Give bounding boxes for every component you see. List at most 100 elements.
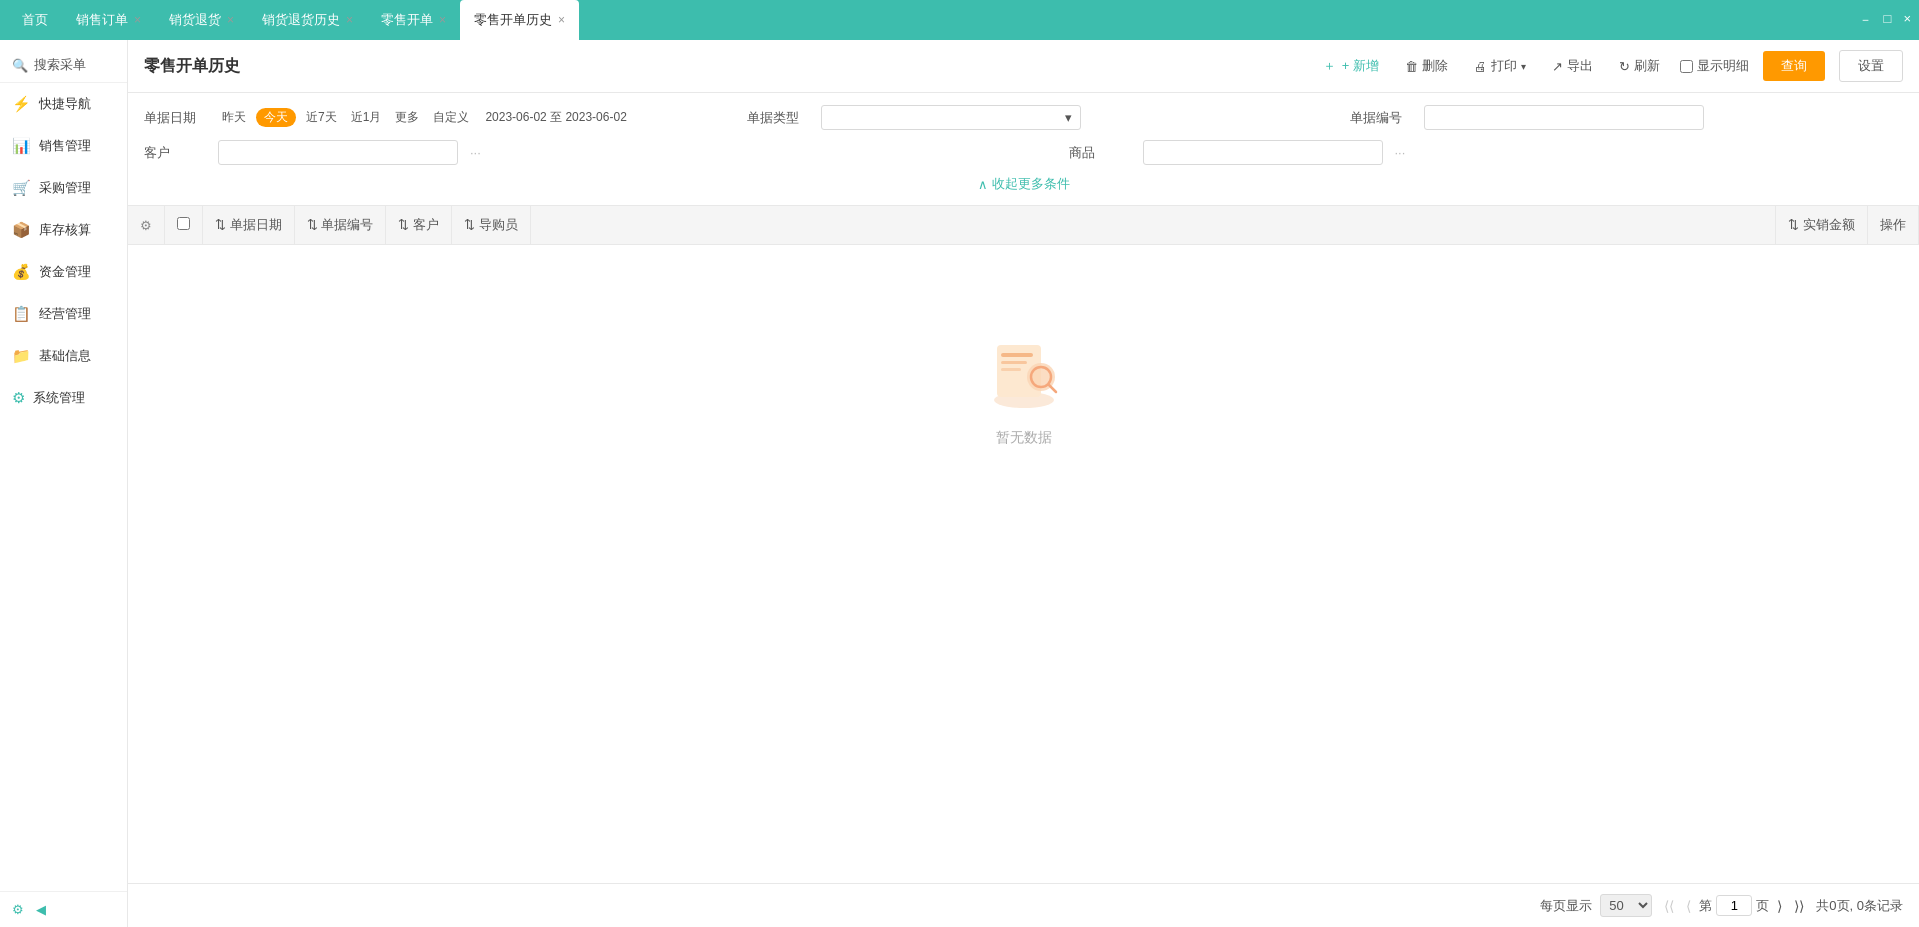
sidebar-item-operations[interactable]: 📋 经营管理 (0, 293, 127, 335)
display-detail-toggle[interactable]: 显示明细 (1680, 57, 1749, 75)
filter-area: 单据日期 昨天 今天 近7天 近1月 更多 自定义 2023-06-02 至 2… (128, 93, 1919, 206)
page-input[interactable] (1716, 895, 1752, 916)
tab-retail-open-history[interactable]: 零售开单历史 × (460, 0, 579, 40)
date-btn-custom[interactable]: 自定义 (429, 108, 473, 127)
delete-icon: 🗑 (1405, 59, 1418, 74)
table-header: ⚙ ⇅ 单据日期 ⇅ 单据编号 (128, 206, 1919, 245)
svg-line-7 (1049, 385, 1056, 392)
select-all-checkbox[interactable] (177, 217, 190, 230)
query-button[interactable]: 查询 (1763, 51, 1825, 81)
sidebar-item-system[interactable]: ⚙ 系统管理 (0, 377, 127, 419)
data-table: ⚙ ⇅ 单据日期 ⇅ 单据编号 (128, 206, 1919, 245)
last-page-btn[interactable]: ⟩⟩ (1790, 896, 1808, 916)
date-col-header: ⇅ 单据日期 (203, 206, 295, 245)
goods-filter-label: 商品 (1069, 144, 1129, 162)
date-btn-more[interactable]: 更多 (391, 108, 423, 127)
sidebar-item-inventory[interactable]: 📦 库存核算 (0, 209, 127, 251)
purchase-mgmt-icon: 🛒 (12, 179, 31, 197)
doc-type-label: 单据类型 (747, 109, 807, 127)
add-icon: ＋ (1323, 57, 1336, 75)
delete-button[interactable]: 🗑 删除 (1399, 53, 1454, 79)
checkbox-col-header (165, 206, 203, 245)
table-area: ⚙ ⇅ 单据日期 ⇅ 单据编号 (128, 206, 1919, 883)
total-info: 共0页, 0条记录 (1816, 897, 1903, 915)
quick-nav-icon: ⚡ (12, 95, 31, 113)
refresh-icon: ↻ (1619, 59, 1630, 74)
date-filter-label: 单据日期 (144, 109, 204, 127)
export-icon: ↗ (1552, 59, 1563, 74)
date-filter-group: 单据日期 昨天 今天 近7天 近1月 更多 自定义 2023-06-02 至 2… (144, 108, 697, 127)
display-detail-checkbox[interactable] (1680, 60, 1693, 73)
close-tab-sales-return[interactable]: × (227, 13, 234, 27)
export-button[interactable]: ↗ 导出 (1546, 53, 1599, 79)
next-page-btn[interactable]: ⟩ (1773, 896, 1786, 916)
page-title: 零售开单历史 (144, 56, 1317, 77)
print-dropdown-icon: ▾ (1521, 61, 1526, 72)
close-tab-sales-order[interactable]: × (134, 13, 141, 27)
per-page-select[interactable]: 50 10 20 100 (1600, 894, 1652, 917)
spacer-col-header (530, 206, 1776, 245)
empty-icon (979, 325, 1069, 415)
page-nav: ⟨⟨ ⟨ 第 页 ⟩ ⟩⟩ (1660, 895, 1808, 916)
add-button[interactable]: ＋ + 新增 (1317, 53, 1385, 79)
close-btn[interactable]: × (1903, 11, 1911, 29)
date-btn-week[interactable]: 近7天 (302, 108, 341, 127)
tab-sales-return-history[interactable]: 销货退货历史 × (248, 0, 367, 40)
window-controls: － □ × (1859, 11, 1911, 29)
tab-sales-return[interactable]: 销货退货 × (155, 0, 248, 40)
goods-filter-group: 商品 ··· (1069, 140, 1904, 165)
goods-input[interactable] (1143, 140, 1383, 165)
close-tab-retail-open[interactable]: × (439, 13, 446, 27)
refresh-button[interactable]: ↻ 刷新 (1613, 53, 1666, 79)
svg-rect-4 (1001, 368, 1021, 371)
print-button[interactable]: 🖨 打印 ▾ (1468, 53, 1532, 79)
actions-col-header: 操作 (1868, 206, 1919, 245)
customer-input[interactable] (218, 140, 458, 165)
first-page-btn[interactable]: ⟨⟨ (1660, 896, 1678, 916)
close-tab-sales-return-history[interactable]: × (346, 13, 353, 27)
toolbar-actions: ＋ + 新增 🗑 删除 🖨 打印 ▾ ↗ 导出 ↻ (1317, 50, 1903, 82)
amount-col-header: ⇅ 实销金额 (1776, 206, 1868, 245)
main-area: 🔍 搜索采单 ⚡ 快捷导航 📊 销售管理 🛒 采购管理 📦 库存核算 💰 资金管… (0, 40, 1919, 927)
date-btn-today[interactable]: 今天 (256, 108, 296, 127)
customer-dots[interactable]: ··· (466, 145, 485, 160)
settings-button[interactable]: 设置 (1839, 50, 1903, 82)
tab-home[interactable]: 首页 (8, 0, 62, 40)
pagination-bar: 每页显示 50 10 20 100 ⟨⟨ ⟨ 第 页 ⟩ ⟩⟩ 共0页, 0条记… (128, 883, 1919, 927)
sidebar-item-quick-nav[interactable]: ⚡ 快捷导航 (0, 83, 127, 125)
tab-sales-order[interactable]: 销售订单 × (62, 0, 155, 40)
prev-page-btn[interactable]: ⟨ (1682, 896, 1695, 916)
sidebar-settings-icon[interactable]: ⚙ (12, 902, 24, 917)
svg-rect-3 (1001, 361, 1027, 364)
collapse-icon: ∧ (978, 177, 988, 192)
page-suffix: 页 (1756, 897, 1769, 915)
collapse-button[interactable]: ∧ 收起更多条件 (144, 175, 1903, 193)
goods-dots[interactable]: ··· (1391, 145, 1410, 160)
number-col-header: ⇅ 单据编号 (294, 206, 386, 245)
per-page-label: 每页显示 (1540, 897, 1592, 915)
top-nav: 首页 销售订单 × 销货退货 × 销货退货历史 × 零售开单 × 零售开单历史 … (0, 0, 1919, 40)
doc-number-input[interactable] (1424, 105, 1704, 130)
doc-type-select[interactable]: ▾ (821, 105, 1081, 130)
content-area: 零售开单历史 ＋ + 新增 🗑 删除 🖨 打印 ▾ ↗ 导出 (128, 40, 1919, 927)
table-gear-icon[interactable]: ⚙ (140, 218, 152, 233)
sidebar-item-purchase-mgmt[interactable]: 🛒 采购管理 (0, 167, 127, 209)
close-tab-retail-open-history[interactable]: × (558, 13, 565, 27)
finance-icon: 💰 (12, 263, 31, 281)
date-btn-yesterday[interactable]: 昨天 (218, 108, 250, 127)
customer-col-header: ⇅ 客户 (386, 206, 452, 245)
sidebar-item-sales-mgmt[interactable]: 📊 销售管理 (0, 125, 127, 167)
inventory-icon: 📦 (12, 221, 31, 239)
sidebar-search[interactable]: 🔍 搜索采单 (0, 48, 127, 83)
sidebar-item-basic-info[interactable]: 📁 基础信息 (0, 335, 127, 377)
sidebar-collapse-icon[interactable]: ◀ (36, 902, 46, 917)
date-btn-month[interactable]: 近1月 (347, 108, 386, 127)
minimize-btn[interactable]: － (1859, 11, 1872, 29)
search-icon: 🔍 (12, 58, 28, 73)
sidebar-item-finance[interactable]: 💰 资金管理 (0, 251, 127, 293)
print-icon: 🖨 (1474, 59, 1487, 74)
tab-retail-open[interactable]: 零售开单 × (367, 0, 460, 40)
maximize-btn[interactable]: □ (1884, 11, 1892, 29)
settings-col-header: ⚙ (128, 206, 165, 245)
sales-mgmt-icon: 📊 (12, 137, 31, 155)
